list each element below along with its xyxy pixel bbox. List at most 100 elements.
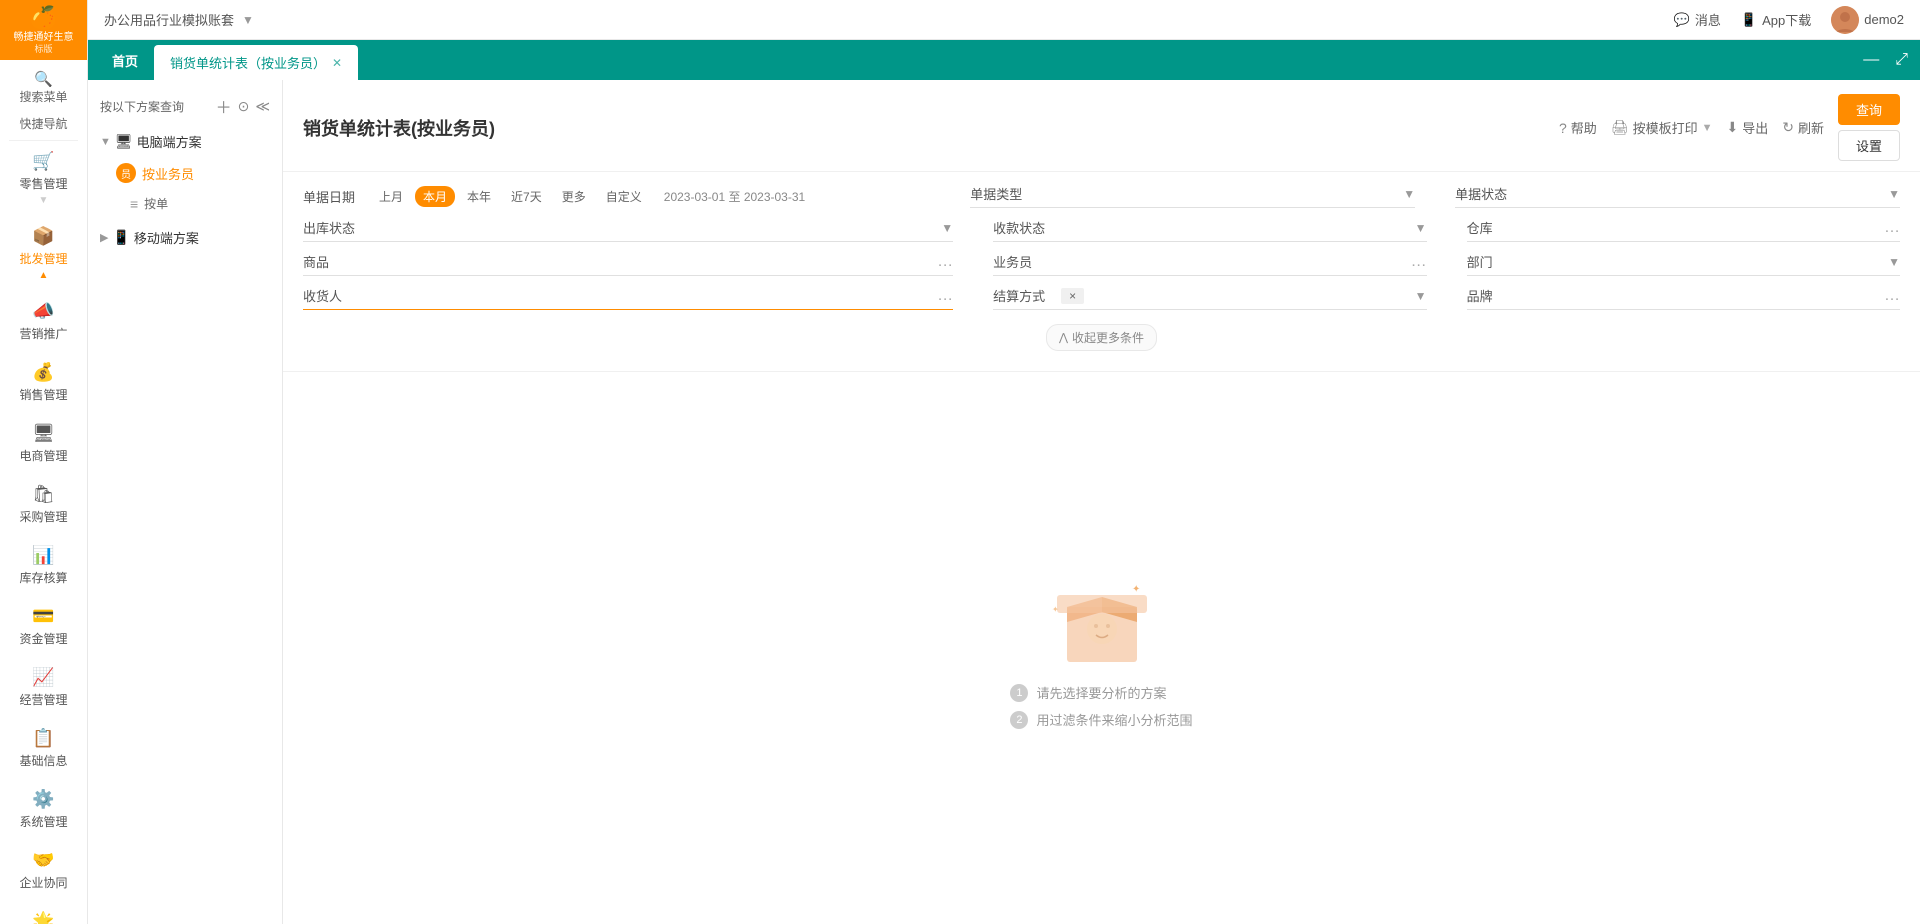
scheme-group-mobile: ▶ 📱 移动端方案: [88, 222, 282, 253]
scheme-item-salesperson-icon: 员: [116, 163, 136, 183]
sidebar-item-stock[interactable]: 📊 库存核算: [0, 535, 87, 596]
sidebar-item-ecommerce[interactable]: 🖥 电商管理: [0, 413, 87, 474]
sidebar-item-purchase[interactable]: 🛍 采购管理: [0, 474, 87, 535]
receiver-label: 收货人: [303, 286, 363, 305]
scheme-add-icon[interactable]: ＋: [216, 94, 232, 118]
export-btn[interactable]: ⬇ 导出: [1726, 118, 1768, 137]
scheme-group-pc-header[interactable]: ▼ 🖥 电脑端方案: [88, 126, 282, 157]
scheme-group-pc: ▼ 🖥 电脑端方案 员 按业务员 ≡ 按单: [88, 126, 282, 218]
sidebar-item-wholesale[interactable]: 📦 批发管理 ▲: [0, 216, 87, 291]
receiver-dots-icon[interactable]: …: [937, 287, 953, 305]
dept-dropdown-icon[interactable]: ▼: [1888, 255, 1900, 269]
logo-icon: 🍊: [30, 4, 57, 33]
collect-status-dropdown-icon[interactable]: ▼: [1415, 221, 1427, 235]
tab-close-icon[interactable]: ✕: [332, 56, 342, 70]
settings-button[interactable]: 设置: [1838, 130, 1900, 161]
tab-bar-actions: — ⤢: [1859, 40, 1912, 80]
empty-tip-1: 1 请先选择要分析的方案: [1010, 683, 1192, 702]
brand-dots-icon[interactable]: …: [1884, 287, 1900, 305]
type-dropdown-icon[interactable]: ▼: [1403, 187, 1415, 201]
date-opt-7days[interactable]: 近7天: [503, 186, 550, 207]
settlement-label: 结算方式: [993, 286, 1053, 305]
settlement-value: ×: [1061, 288, 1407, 304]
sidebar-item-system[interactable]: ⚙️ 系统管理: [0, 779, 87, 840]
sidebar-item-basic[interactable]: 📋 基础信息: [0, 718, 87, 779]
scheme-item-by-order[interactable]: ≡ 按单: [88, 189, 282, 218]
empty-tips: 1 请先选择要分析的方案 2 用过滤条件来缩小分析范围: [1010, 683, 1192, 729]
newbie-icon: 🌟: [32, 911, 54, 924]
tab-minimize-btn[interactable]: —: [1859, 47, 1883, 73]
status-dropdown-icon[interactable]: ▼: [1888, 187, 1900, 201]
scheme-group-mobile-arrow: ▶: [100, 231, 108, 244]
export-icon: ⬇: [1726, 119, 1738, 136]
empty-svg: ✦ ✦: [1042, 567, 1162, 667]
page-title: 销货单统计表(按业务员): [303, 115, 495, 141]
message-icon: 💬: [1674, 12, 1690, 28]
scheme-item-by-salesperson[interactable]: 员 按业务员: [88, 157, 282, 189]
quick-nav-btn[interactable]: 快捷导航: [9, 110, 79, 141]
warehouse-dots-icon[interactable]: …: [1884, 219, 1900, 237]
scheme-group-pc-icon: 🖥: [115, 133, 133, 150]
sidebar-item-retail[interactable]: 🛒 零售管理 ▼: [0, 141, 87, 216]
avatar-image: [1831, 6, 1859, 34]
filter-row-1: 单据日期 上月 本月 本年 近7天 更多 自定义 2023-03-01 至 20…: [303, 184, 1900, 208]
left-panel: 按以下方案查询 ＋ ⊙ ≪ ▼ 🖥 电脑端方案 员 按业务员: [88, 80, 283, 924]
main-content: 办公用品行业模拟账套 ▼ 💬 消息 📱 App下载 de: [88, 0, 1920, 924]
goods-dots-icon[interactable]: …: [937, 253, 953, 271]
filter-area: 单据日期 上月 本月 本年 近7天 更多 自定义 2023-03-01 至 20…: [283, 172, 1920, 372]
filter-brand: 品牌 …: [1467, 286, 1900, 310]
salesperson-dots-icon[interactable]: …: [1411, 253, 1427, 271]
date-opt-last-month[interactable]: 上月: [371, 186, 411, 207]
scheme-item-order-icon: ≡: [130, 196, 138, 212]
main-panel: 销货单统计表(按业务员) ? 帮助 🖨 按模板打印 ▼ ⬇ 导出: [283, 80, 1920, 924]
messages-btn[interactable]: 💬 消息: [1674, 10, 1721, 29]
settlement-tag-close[interactable]: ×: [1069, 289, 1076, 303]
collapse-btn[interactable]: ⋀ 收起更多条件: [1046, 324, 1157, 351]
header-right: 💬 消息 📱 App下载 demo2: [1674, 6, 1904, 34]
retail-arrow: ▼: [39, 195, 49, 206]
scheme-group-pc-arrow: ▼: [100, 136, 111, 148]
collapse-icon: ⋀: [1059, 331, 1068, 344]
date-opt-more[interactable]: 更多: [554, 186, 594, 207]
help-icon: ?: [1559, 120, 1567, 136]
scheme-collapse-icon[interactable]: ≪: [255, 98, 270, 115]
help-btn[interactable]: ? 帮助: [1559, 118, 1597, 137]
sidebar-item-collab[interactable]: 🤝 企业协同: [0, 840, 87, 901]
settlement-dropdown-icon[interactable]: ▼: [1415, 289, 1427, 303]
sidebar-item-newbie[interactable]: 🌟 新手引导: [0, 901, 87, 924]
basic-icon: 📋: [32, 728, 54, 749]
user-profile[interactable]: demo2: [1831, 6, 1904, 34]
logo-sub: 标版: [34, 44, 52, 56]
tab-sales-stat[interactable]: 销货单统计表（按业务员） ✕: [154, 45, 358, 80]
scheme-icons: ＋ ⊙ ≪: [216, 94, 270, 118]
query-button[interactable]: 查询: [1838, 94, 1900, 125]
date-opt-custom[interactable]: 自定义: [598, 186, 650, 207]
sidebar-item-sales[interactable]: 💰 销售管理: [0, 352, 87, 413]
page-title-bar: 销货单统计表(按业务员) ? 帮助 🖨 按模板打印 ▼ ⬇ 导出: [283, 80, 1920, 172]
filter-salesperson: 业务员 …: [993, 252, 1426, 276]
left-panel-header: 按以下方案查询 ＋ ⊙ ≪: [88, 90, 282, 126]
date-opt-this-month[interactable]: 本月: [415, 186, 455, 207]
scheme-group-mobile-header[interactable]: ▶ 📱 移动端方案: [88, 222, 282, 253]
filter-goods: 商品 …: [303, 252, 953, 276]
print-dropdown-icon: ▼: [1702, 122, 1713, 134]
tab-home[interactable]: 首页: [96, 40, 154, 80]
template-print-btn[interactable]: 🖨 按模板打印 ▼: [1611, 118, 1713, 137]
industry-selector[interactable]: 办公用品行业模拟账套 ▼: [104, 10, 254, 29]
filter-receiver: 收货人 …: [303, 286, 953, 310]
sidebar-item-operations[interactable]: 📈 经营管理: [0, 657, 87, 718]
app-download-btn[interactable]: 📱 App下载: [1741, 10, 1811, 29]
logo-text: 畅捷通好生意: [14, 32, 74, 44]
type-label: 单据类型: [970, 184, 1030, 203]
date-opt-this-year[interactable]: 本年: [459, 186, 499, 207]
refresh-btn[interactable]: ↻ 刷新: [1782, 118, 1824, 137]
tab-maximize-btn[interactable]: ⤢: [1891, 47, 1912, 73]
sidebar-item-marketing[interactable]: 📣 营销推广: [0, 291, 87, 352]
out-status-dropdown-icon[interactable]: ▼: [941, 221, 953, 235]
scheme-settings-icon[interactable]: ⊙: [238, 98, 250, 115]
goods-label: 商品: [303, 252, 363, 271]
search-menu-btn[interactable]: 🔍 搜索菜单: [19, 60, 67, 110]
status-label: 单据状态: [1455, 184, 1515, 203]
sidebar-item-finance[interactable]: 💳 资金管理: [0, 596, 87, 657]
top-header: 办公用品行业模拟账套 ▼ 💬 消息 📱 App下载 de: [88, 0, 1920, 40]
